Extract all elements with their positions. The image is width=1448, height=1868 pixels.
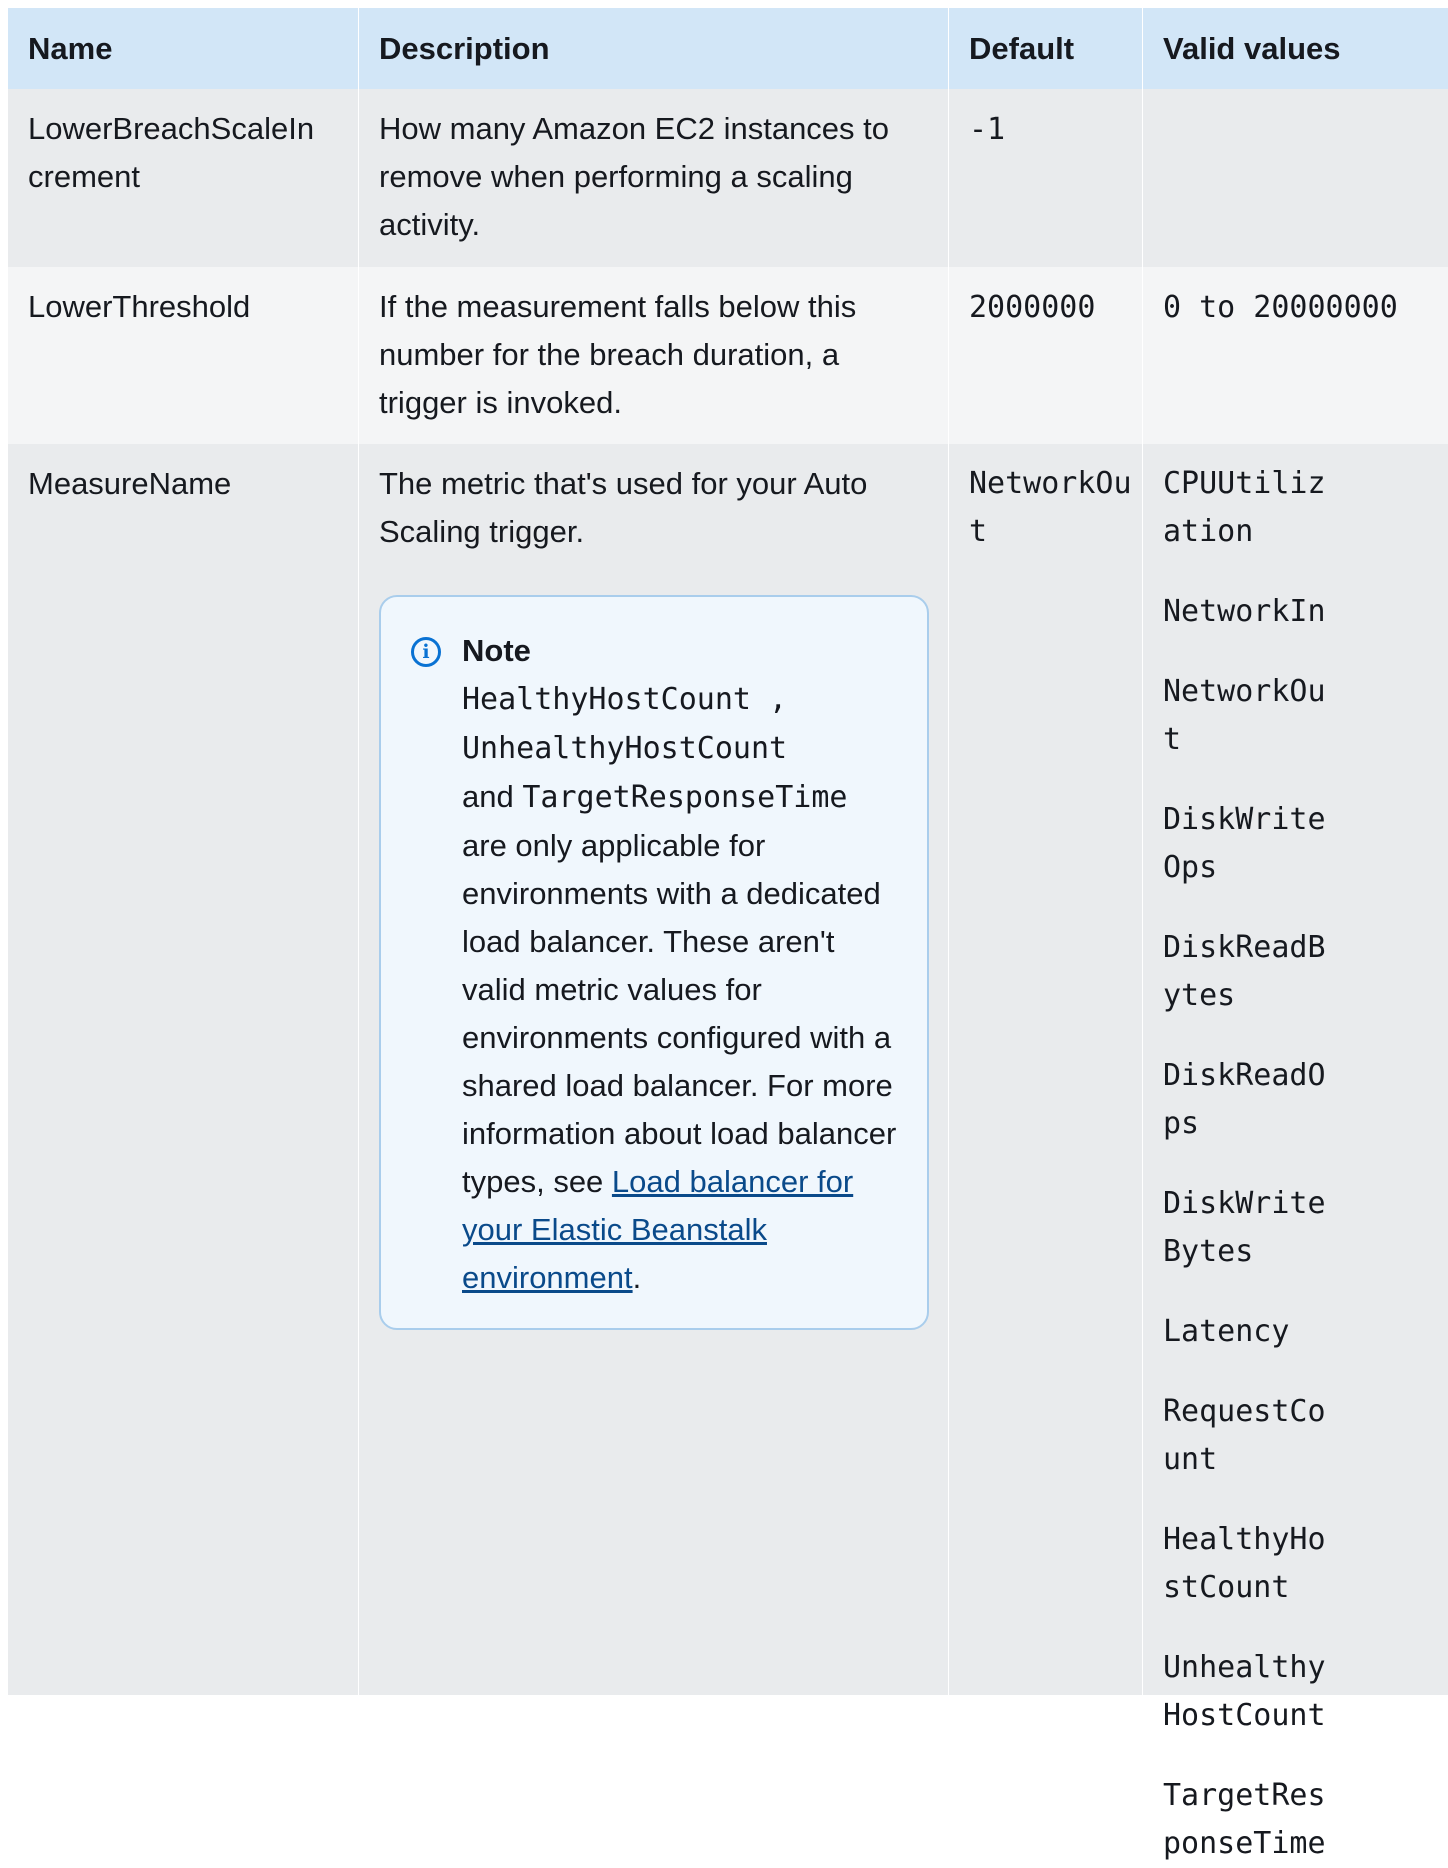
list-item: DiskWriteBytes: [1163, 1186, 1326, 1269]
cell-valid-values: CPUUtilization NetworkIn NetworkOut Disk…: [1142, 444, 1448, 1861]
list-item: HealthyHostCount: [1163, 1522, 1326, 1605]
header-description: Description: [358, 8, 948, 89]
cell-name: LowerBreachScaleIn crement: [8, 89, 358, 267]
list-item: RequestCount: [1163, 1394, 1326, 1477]
list-item: DiskWriteOps: [1163, 802, 1326, 885]
note-title: i Note: [411, 627, 897, 675]
cell-description: How many Amazon EC2 instances to remove …: [358, 89, 948, 267]
cell-default: -1: [948, 89, 1142, 267]
cell-name: MeasureName: [8, 444, 358, 1695]
code-target-response-time: TargetResponseTime: [522, 780, 848, 815]
code-healthy-host-count: HealthyHostCount: [462, 682, 751, 717]
info-icon: i: [411, 637, 441, 667]
note-end: .: [632, 1260, 642, 1295]
name-part-1: LowerBreachScaleIn: [28, 111, 315, 146]
note-body: HealthyHostCount , UnhealthyHostCount an…: [411, 675, 897, 1302]
default-value: 2000000: [969, 290, 1096, 325]
separator: ,: [750, 682, 788, 717]
valid-values-list: CPUUtilization NetworkIn NetworkOut Disk…: [1163, 460, 1343, 1868]
header-valid-values: Valid values: [1142, 8, 1448, 89]
header-name: Name: [8, 8, 358, 89]
list-item: Latency: [1163, 1314, 1290, 1349]
note-text: are only applicable for environments wit…: [462, 828, 897, 1199]
list-item: DiskReadOps: [1163, 1058, 1326, 1141]
cell-description: The metric that's used for your Auto Sca…: [358, 444, 948, 1695]
description-text: The metric that's used for your Auto Sca…: [379, 466, 868, 549]
list-item: DiskReadBytes: [1163, 930, 1326, 1013]
header-default: Default: [948, 8, 1142, 89]
list-item: CPUUtilization: [1163, 466, 1326, 549]
cell-name: LowerThreshold: [8, 267, 358, 444]
cell-valid-values: 0 to 20000000: [1142, 267, 1448, 444]
note-title-text: Note: [462, 633, 531, 668]
cell-default: 2000000: [948, 267, 1142, 444]
and-text: and: [462, 779, 523, 814]
cell-valid-values: [1142, 89, 1448, 267]
default-value: NetworkOut: [969, 466, 1132, 549]
name-part-2: crement: [28, 159, 140, 194]
parameters-table: Name Description Default Valid values Lo…: [8, 8, 1448, 1861]
list-item: NetworkIn: [1163, 594, 1326, 629]
list-item: NetworkOut: [1163, 674, 1326, 757]
list-item: TargetResponseTime: [1163, 1778, 1326, 1861]
cell-description: If the measurement falls below this numb…: [358, 267, 948, 444]
cell-default: NetworkOut: [948, 444, 1142, 1695]
list-item: UnhealthyHostCount: [1163, 1650, 1326, 1733]
code-unhealthy-host-count: UnhealthyHostCount: [462, 731, 788, 766]
valid-range: 0 to 20000000: [1163, 290, 1398, 325]
note-callout: i Note HealthyHostCount , UnhealthyHostC…: [379, 595, 929, 1330]
default-value: -1: [969, 112, 1006, 147]
